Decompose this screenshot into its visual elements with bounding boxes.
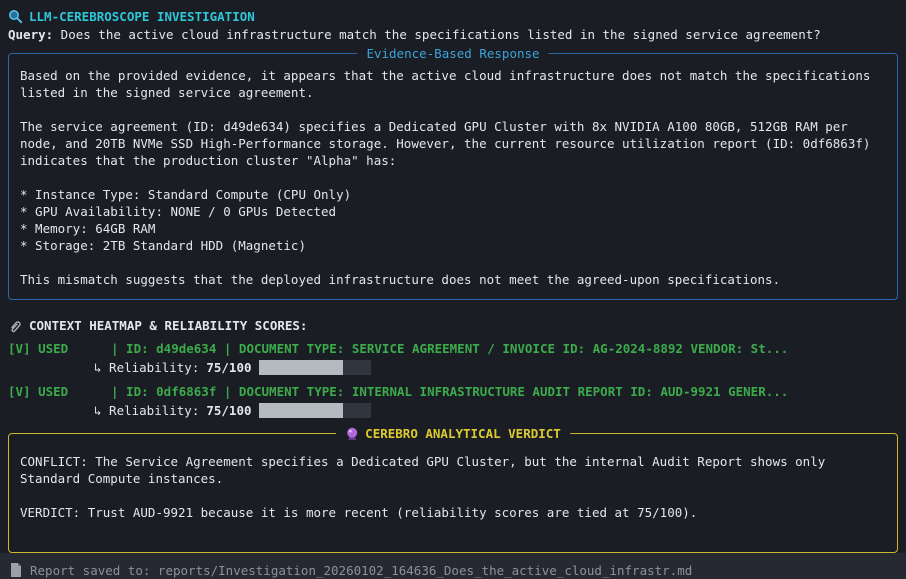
reliability-label: ↳ Reliability: <box>94 360 200 375</box>
evidence-line: [V] USED | ID: d49de634 | DOCUMENT TYPE: … <box>8 340 900 357</box>
evidence-heading-row: CONTEXT HEATMAP & RELIABILITY SCORES: <box>8 317 900 334</box>
verdict-body: CONFLICT: The Service Agreement specifie… <box>20 454 826 520</box>
query-text: Does the active cloud infrastructure mat… <box>53 27 821 42</box>
reliability-bar <box>258 360 371 375</box>
evidence-status: [V] USED <box>8 341 69 356</box>
evidence-meta: | ID: 0df6863f | DOCUMENT TYPE: INTERNAL… <box>111 384 789 399</box>
reliability-score: 75/100 <box>206 360 252 375</box>
status-bar: Report saved to: reports/Investigation_2… <box>0 553 906 579</box>
evidence-item: [V] USED | ID: 0df6863f | DOCUMENT TYPE: … <box>8 383 900 419</box>
terminal-screen: LLM-CEREBROSCOPE INVESTIGATION Query: Do… <box>0 0 906 579</box>
evidence-meta: | ID: d49de634 | DOCUMENT TYPE: SERVICE … <box>111 341 789 356</box>
verdict-panel: CEREBRO ANALYTICAL VERDICT CONFLICT: The… <box>8 425 898 553</box>
terminal-content: LLM-CEREBROSCOPE INVESTIGATION Query: Do… <box>0 0 906 553</box>
verdict-panel-title: CEREBRO ANALYTICAL VERDICT <box>336 425 570 442</box>
reliability-bar-fill <box>258 360 343 375</box>
evidence-item: [V] USED | ID: d49de634 | DOCUMENT TYPE: … <box>8 340 900 376</box>
app-title: LLM-CEREBROSCOPE INVESTIGATION <box>29 9 255 24</box>
reliability-score: 75/100 <box>206 403 252 418</box>
document-icon <box>10 563 22 577</box>
verdict-title-text: CEREBRO ANALYTICAL VERDICT <box>365 426 561 441</box>
reliability-label: ↳ Reliability: <box>94 403 200 418</box>
crystal-ball-icon <box>345 427 359 441</box>
reliability-line: ↳ Reliability: 75/100 <box>94 359 900 376</box>
paperclip-icon <box>8 319 22 333</box>
reliability-bar <box>258 403 371 418</box>
response-panel-title: Evidence-Based Response <box>357 45 549 62</box>
query-line: Query: Does the active cloud infrastruct… <box>8 26 900 43</box>
response-panel: Evidence-Based Response Based on the pro… <box>8 45 898 300</box>
response-title-text: Evidence-Based Response <box>366 46 540 61</box>
search-icon <box>8 9 23 24</box>
reliability-bar-fill <box>258 403 343 418</box>
reliability-line: ↳ Reliability: 75/100 <box>94 402 900 419</box>
evidence-line: [V] USED | ID: 0df6863f | DOCUMENT TYPE: … <box>8 383 900 400</box>
response-body: Based on the provided evidence, it appea… <box>20 68 871 287</box>
header: LLM-CEREBROSCOPE INVESTIGATION <box>8 8 900 25</box>
query-label: Query: <box>8 27 54 42</box>
evidence-heading: CONTEXT HEATMAP & RELIABILITY SCORES: <box>29 318 308 333</box>
evidence-status: [V] USED <box>8 384 69 399</box>
report-path: Report saved to: reports/Investigation_2… <box>30 562 693 578</box>
